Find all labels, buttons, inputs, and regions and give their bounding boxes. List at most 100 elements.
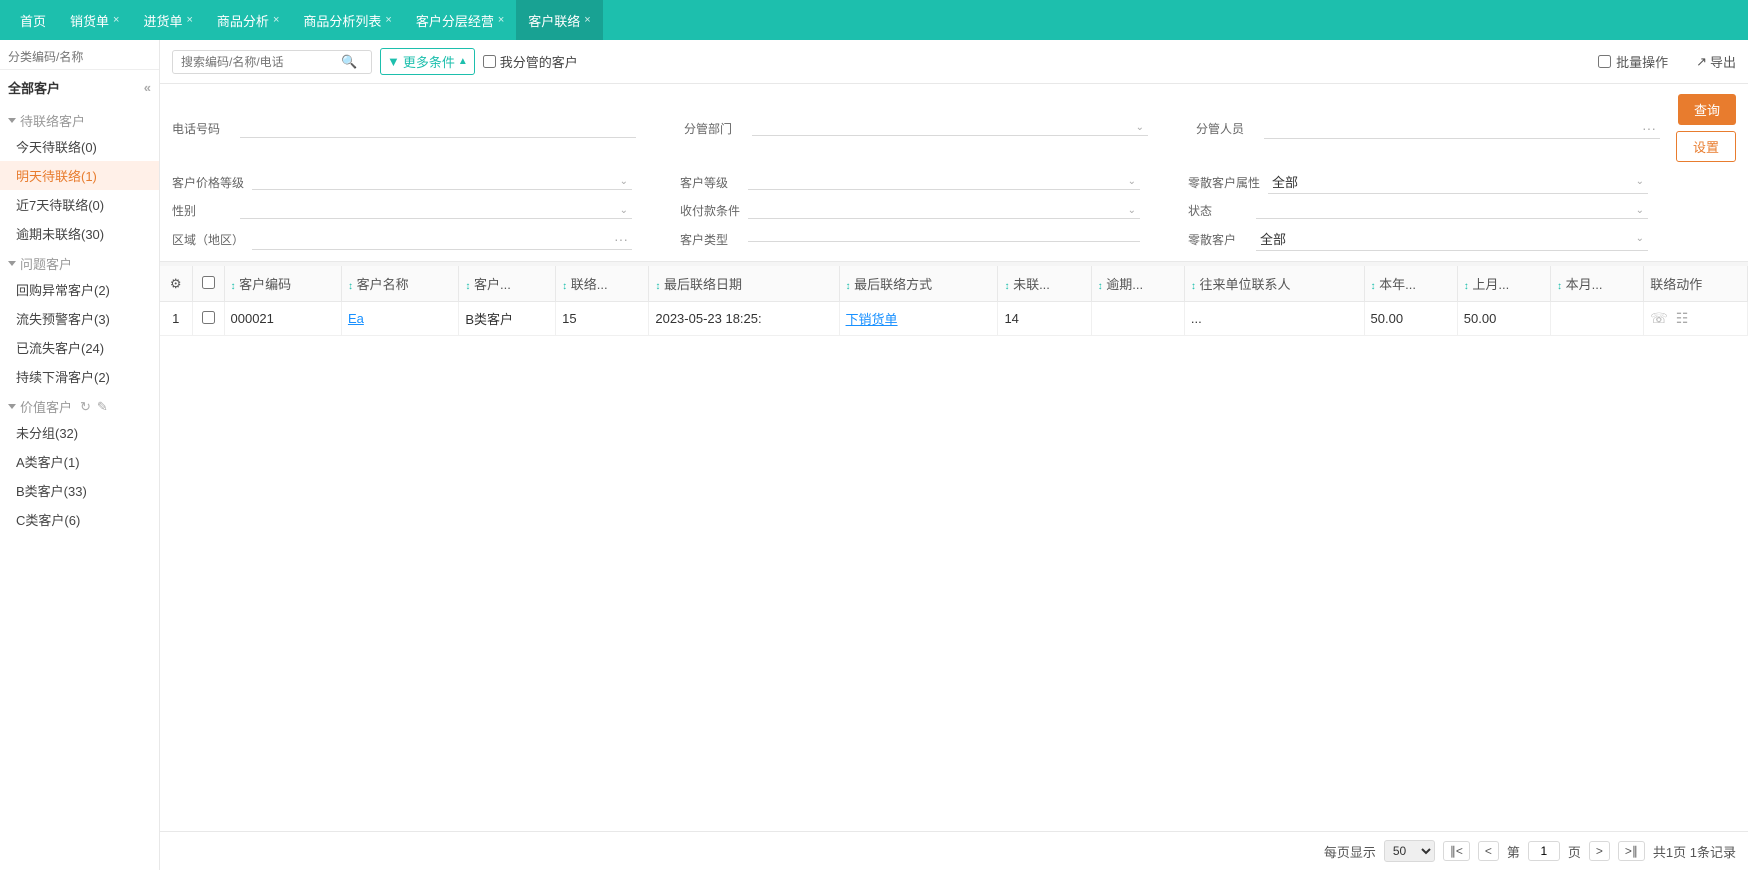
batch-op-btn[interactable]: 批量操作 <box>1598 52 1668 71</box>
top-nav: 首页 销货单 × 进货单 × 商品分析 × 商品分析列表 × 客户分层经营 × … <box>0 0 1748 40</box>
th-this-month: ↕ 本月... <box>1551 266 1644 302</box>
sort-person-icon[interactable]: ↕ <box>1191 281 1196 292</box>
sort-name-icon[interactable]: ↕ <box>348 281 353 292</box>
sidebar-item-b-class[interactable]: B类客户(33) <box>0 476 159 505</box>
sidebar-item-overdue[interactable]: 逾期未联络(30) <box>0 219 159 248</box>
sidebar-item-declining[interactable]: 持续下滑客户(2) <box>0 362 159 391</box>
nav-close-customer-contact[interactable]: × <box>584 14 590 26</box>
action-grid-icon[interactable]: ☷ <box>1676 310 1689 327</box>
filter-gender-select[interactable]: ⌄ <box>240 203 632 219</box>
filter-payment-select[interactable]: ⌄ <box>748 203 1140 219</box>
filter-price-grade: 客户价格等级 ⌄ <box>172 174 632 191</box>
th-last-contact-date: ↕ 最后联络日期 <box>649 266 839 302</box>
filter-status-select[interactable]: ⌄ <box>1256 203 1648 219</box>
table-header: ⚙ ↕ 客户编码 ↕ 客户名称 ↕ 客户... ↕ 联络... ↕ 最后联络日期… <box>160 266 1748 302</box>
sort-date-icon[interactable]: ↕ <box>655 281 660 292</box>
prev-page-btn[interactable]: < <box>1478 841 1499 861</box>
sidebar-item-c-class[interactable]: C类客户(6) <box>0 505 159 534</box>
chevron-down-icon-5: ⌄ <box>620 205 628 216</box>
more-conditions-btn[interactable]: ▼ 更多条件 ▲ <box>380 48 475 75</box>
sort-thismonth-icon[interactable]: ↕ <box>1557 281 1562 292</box>
filter-person-select[interactable]: ··· <box>1264 118 1660 139</box>
edit-icon[interactable]: ✎ <box>97 399 108 415</box>
next-page-btn[interactable]: > <box>1589 841 1610 861</box>
filter-retail-attr-select[interactable]: 全部 ⌄ <box>1268 170 1648 194</box>
sidebar-search-input[interactable] <box>8 50 160 64</box>
sidebar-item-today[interactable]: 今天待联络(0) <box>0 132 159 161</box>
main-search-input[interactable] <box>181 55 341 69</box>
td-check[interactable] <box>192 302 224 336</box>
sort-contact-icon[interactable]: ↕ <box>562 281 567 292</box>
sort-method-icon[interactable]: ↕ <box>846 281 851 292</box>
sidebar-item-tomorrow[interactable]: 明天待联络(1) <box>0 161 159 190</box>
filter-region-select[interactable]: ··· <box>252 229 632 250</box>
filter-dept-select[interactable]: ⌄ <box>752 120 1148 136</box>
chevron-down-icon-8: ⌄ <box>1636 233 1644 244</box>
last-page-btn[interactable]: >∥ <box>1618 841 1645 861</box>
filter-retail-customer-select[interactable]: 全部 ⌄ <box>1256 227 1648 251</box>
sidebar-problem-title: 问题客户 <box>0 248 159 275</box>
nav-customer-tier[interactable]: 客户分层经营 × <box>404 0 516 40</box>
set-button[interactable]: 设置 <box>1676 131 1736 162</box>
batch-op-checkbox[interactable] <box>1598 55 1611 68</box>
nav-purchase-order[interactable]: 进货单 × <box>131 0 204 40</box>
sort-overdue-icon[interactable]: ↕ <box>1098 281 1103 292</box>
td-name[interactable]: Ea <box>341 302 458 336</box>
sort-year-icon[interactable]: ↕ <box>1371 281 1376 292</box>
nav-customer-contact[interactable]: 客户联络 × <box>516 0 602 40</box>
customer-name-link[interactable]: Ea <box>348 311 364 326</box>
row-checkbox[interactable] <box>202 311 215 324</box>
sidebar-collapse-icon[interactable]: « <box>144 80 151 95</box>
filter-customer-grade: 客户等级 ⌄ <box>680 174 1140 191</box>
sidebar-item-ungrouped[interactable]: 未分组(32) <box>0 418 159 447</box>
filter-customer-type: 客户类型 <box>680 231 1140 248</box>
th-check[interactable] <box>192 266 224 302</box>
filter-customer-type-select[interactable] <box>748 237 1140 242</box>
sidebar-item-repurchase-abnormal[interactable]: 回购异常客户(2) <box>0 275 159 304</box>
query-button[interactable]: 查询 <box>1678 94 1736 125</box>
page-input[interactable] <box>1528 841 1560 861</box>
per-page-label: 每页显示 <box>1324 842 1376 861</box>
my-customers-checkbox-wrap[interactable]: 我分管的客户 <box>483 52 578 71</box>
nav-product-analysis-list[interactable]: 商品分析列表 × <box>291 0 403 40</box>
td-last-month: 50.00 <box>1457 302 1550 336</box>
sidebar-all-customers[interactable]: 全部客户 « <box>0 70 159 105</box>
sort-lastmonth-icon[interactable]: ↕ <box>1464 281 1469 292</box>
action-phone-icon[interactable]: ☏ <box>1650 310 1668 327</box>
nav-close-sales[interactable]: × <box>113 14 119 26</box>
sidebar-item-a-class[interactable]: A类客户(1) <box>0 447 159 476</box>
sort-type-icon[interactable]: ↕ <box>465 281 470 292</box>
filter-price-grade-select[interactable]: ⌄ <box>252 174 632 190</box>
filter-customer-grade-select[interactable]: ⌄ <box>748 174 1140 190</box>
sort-uncontact-icon[interactable]: ↕ <box>1004 281 1009 292</box>
sidebar-item-7days[interactable]: 近7天待联络(0) <box>0 190 159 219</box>
sidebar-pending-title: 待联络客户 <box>0 105 159 132</box>
nav-close-customer-tier[interactable]: × <box>498 14 504 26</box>
nav-home[interactable]: 首页 <box>8 0 58 40</box>
filter-phone-input[interactable] <box>240 119 636 138</box>
nav-close-product-list[interactable]: × <box>385 14 391 26</box>
per-page-select[interactable]: 50 100 200 <box>1384 840 1435 862</box>
sidebar-item-churn-warning[interactable]: 流失预警客户(3) <box>0 304 159 333</box>
filter-gender: 性别 ⌄ <box>172 202 632 219</box>
filter-status: 状态 ⌄ <box>1188 202 1648 219</box>
table-row: 1 000021 Ea B类客户 15 2023-05-23 18:25: 下销… <box>160 302 1748 336</box>
export-btn[interactable]: ↗ 导出 <box>1696 52 1736 71</box>
select-all-checkbox[interactable] <box>202 276 215 289</box>
refresh-icon[interactable]: ↻ <box>80 399 91 415</box>
last-method-link[interactable]: 下销货单 <box>846 312 898 327</box>
table-body: 1 000021 Ea B类客户 15 2023-05-23 18:25: 下销… <box>160 302 1748 336</box>
nav-sales-order[interactable]: 销货单 × <box>58 0 131 40</box>
chevron-down-icon-7: ⌄ <box>1636 205 1644 216</box>
main-search-icon[interactable]: 🔍 <box>341 54 357 70</box>
sort-code-icon[interactable]: ↕ <box>231 281 236 292</box>
nav-close-purchase[interactable]: × <box>186 14 192 26</box>
th-gear[interactable]: ⚙ <box>160 266 192 302</box>
td-last-method[interactable]: 下销货单 <box>839 302 998 336</box>
my-customers-checkbox[interactable] <box>483 55 496 68</box>
chevron-down-icon-4: ⌄ <box>1636 176 1644 187</box>
nav-product-analysis[interactable]: 商品分析 × <box>205 0 291 40</box>
sidebar-item-churned[interactable]: 已流失客户(24) <box>0 333 159 362</box>
first-page-btn[interactable]: ∥< <box>1443 841 1470 861</box>
nav-close-product-analysis[interactable]: × <box>273 14 279 26</box>
